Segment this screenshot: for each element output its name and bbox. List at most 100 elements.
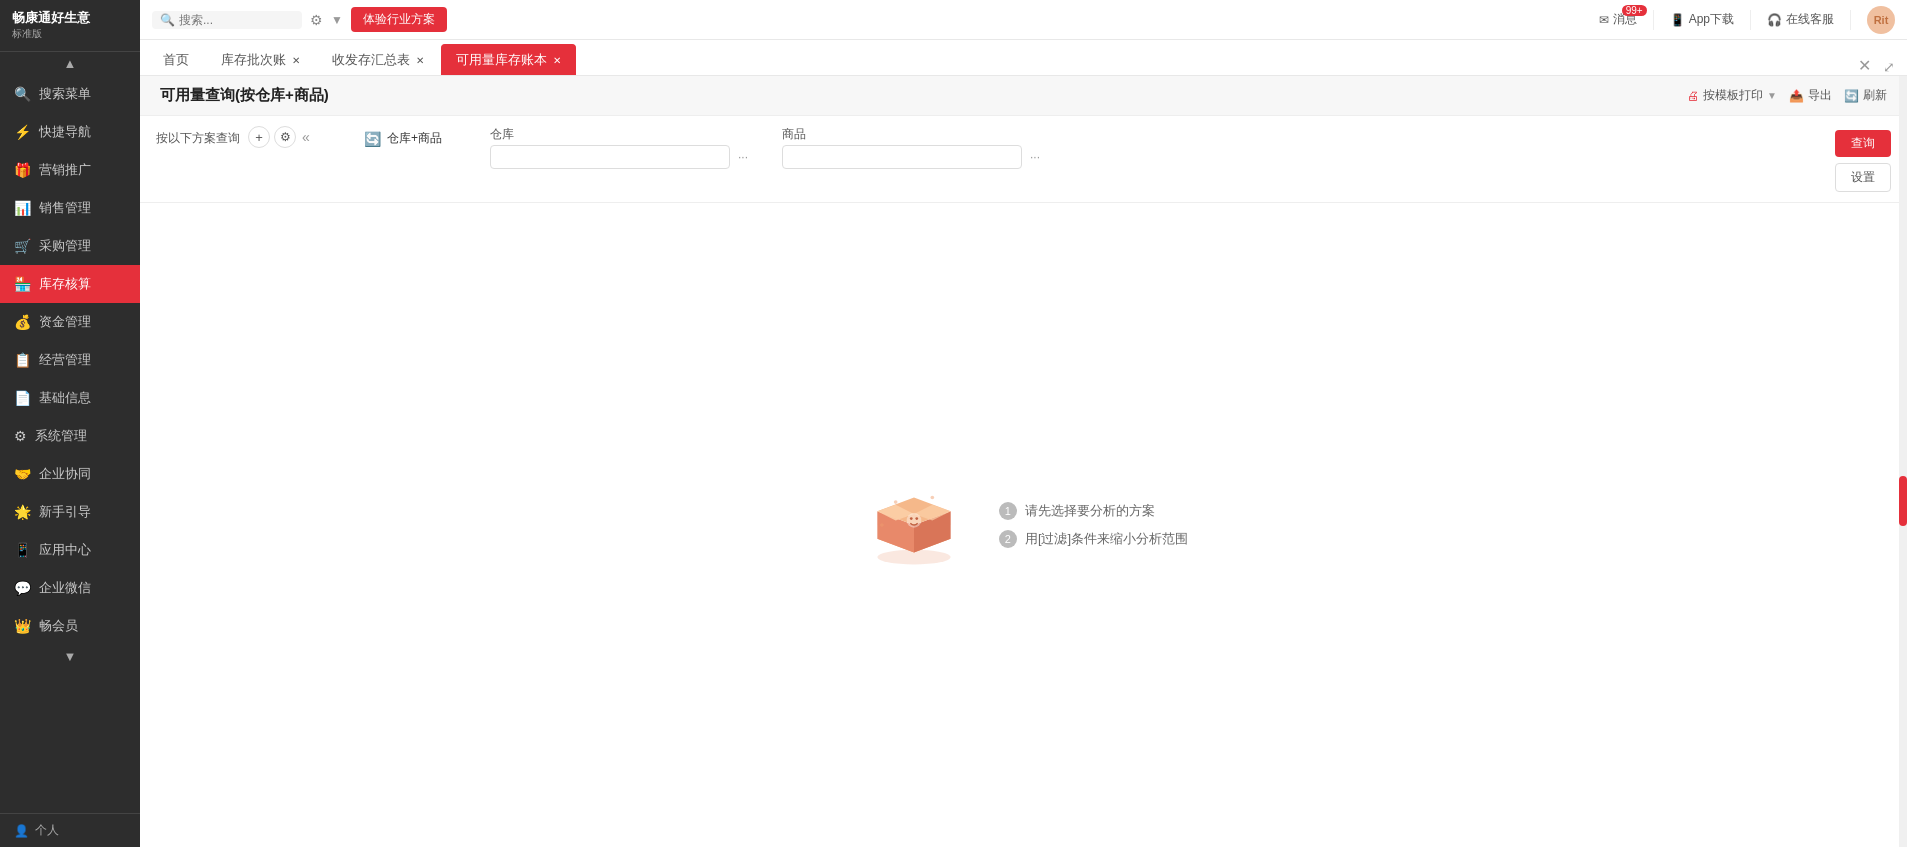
- empty-tip-1: 1 请先选择要分析的方案: [999, 502, 1188, 520]
- empty-illustration: [859, 470, 969, 580]
- tab-stock-summary[interactable]: 收发存汇总表 ✕: [317, 44, 439, 75]
- sidebar-scroll: ▲ 🔍 搜索菜单 ⚡ 快捷导航 🎁 营销推广 📊 销售管理 🛒 采购管理 🏪 库…: [0, 52, 140, 813]
- sidebar-item-cooperation[interactable]: 🤝 企业协同: [0, 455, 140, 493]
- refresh-button[interactable]: 🔄 刷新: [1844, 87, 1887, 104]
- main-content: 🔍 ⚙ ▼ 体验行业方案 ✉ 消息 99+ 📱 App下载 🎧 在线客服: [140, 0, 1907, 847]
- page-title: 可用量查询(按仓库+商品): [160, 86, 329, 105]
- sidebar-item-app-center[interactable]: 📱 应用中心: [0, 531, 140, 569]
- empty-state: 1 请先选择要分析的方案 2 用[过滤]条件来缩小分析范围: [859, 470, 1188, 580]
- sidebar-scroll-up[interactable]: ▲: [0, 52, 140, 75]
- goods-input[interactable]: [782, 145, 1022, 169]
- warehouse-more-button[interactable]: ···: [734, 148, 752, 166]
- message-badge-item[interactable]: ✉ 消息 99+: [1599, 11, 1637, 28]
- expand-tabs-button[interactable]: ⤢: [1879, 59, 1899, 75]
- scheme-label: 按以下方案查询: [156, 126, 240, 147]
- goods-more-button[interactable]: ···: [1026, 148, 1044, 166]
- basic-info-icon: 📄: [14, 390, 31, 406]
- dropdown-icon[interactable]: ▼: [331, 13, 343, 27]
- sidebar-item-wechat[interactable]: 💬 企业微信: [0, 569, 140, 607]
- app-download-item[interactable]: 📱 App下载: [1670, 11, 1734, 28]
- user-avatar[interactable]: Rit: [1867, 6, 1895, 34]
- search-input[interactable]: [179, 13, 294, 27]
- print-template-button[interactable]: 🖨 按模板打印 ▼: [1687, 87, 1777, 104]
- sidebar-item-finance[interactable]: 💰 资金管理: [0, 303, 140, 341]
- export-icon: 📤: [1789, 89, 1804, 103]
- svg-point-8: [910, 517, 913, 520]
- message-icon: ✉: [1599, 13, 1609, 27]
- sidebar-item-label: 库存核算: [39, 275, 91, 293]
- tab-home[interactable]: 首页: [148, 44, 204, 75]
- tabs-bar: 首页 库存批次账 ✕ 收发存汇总表 ✕ 可用量库存账本 ✕ ✕ ⤢: [140, 40, 1907, 76]
- footer-label: 个人: [35, 822, 59, 839]
- sidebar-scroll-down[interactable]: ▼: [0, 645, 140, 668]
- finance-icon: 💰: [14, 314, 31, 330]
- add-scheme-button[interactable]: +: [248, 126, 270, 148]
- tip-text-1: 请先选择要分析的方案: [1025, 502, 1155, 520]
- settings-gear-icon[interactable]: ⚙: [310, 12, 323, 28]
- sidebar-item-vip[interactable]: 👑 畅会员: [0, 607, 140, 645]
- footer-icon: 👤: [14, 824, 29, 838]
- print-dropdown-icon[interactable]: ▼: [1767, 90, 1777, 101]
- online-service-item[interactable]: 🎧 在线客服: [1767, 11, 1834, 28]
- sidebar-item-basic-info[interactable]: 📄 基础信息: [0, 379, 140, 417]
- print-label: 按模板打印: [1703, 87, 1763, 104]
- sidebar-item-label: 搜索菜单: [39, 85, 91, 103]
- sidebar-item-inventory[interactable]: 🏪 库存核算: [0, 265, 140, 303]
- sidebar-item-label: 资金管理: [39, 313, 91, 331]
- tab-batch-ledger-close[interactable]: ✕: [292, 55, 300, 66]
- vip-icon: 👑: [14, 618, 31, 634]
- query-button[interactable]: 查询: [1835, 130, 1891, 157]
- warehouse-input[interactable]: [490, 145, 730, 169]
- sidebar-item-search[interactable]: 🔍 搜索菜单: [0, 75, 140, 113]
- refresh-label: 刷新: [1863, 87, 1887, 104]
- page-header: 可用量查询(按仓库+商品) 🖨 按模板打印 ▼ 📤 导出 🔄 刷新: [140, 76, 1907, 116]
- sidebar-item-quick-nav[interactable]: ⚡ 快捷导航: [0, 113, 140, 151]
- scheme-icon: 🔄: [364, 131, 381, 147]
- sidebar-item-sales[interactable]: 📊 销售管理: [0, 189, 140, 227]
- svg-point-10: [894, 500, 898, 504]
- warehouse-field: 仓库 ···: [490, 126, 770, 169]
- tab-home-label: 首页: [163, 51, 189, 69]
- sidebar-item-purchase[interactable]: 🛒 采购管理: [0, 227, 140, 265]
- wechat-icon: 💬: [14, 580, 31, 596]
- refresh-icon: 🔄: [1844, 89, 1859, 103]
- right-scrollbar[interactable]: [1899, 76, 1907, 847]
- svg-point-12: [880, 523, 884, 527]
- newbie-icon: 🌟: [14, 504, 31, 520]
- purchase-icon: 🛒: [14, 238, 31, 254]
- scheme-settings-button[interactable]: ⚙: [274, 126, 296, 148]
- sidebar-item-label: 营销推广: [39, 161, 91, 179]
- scheme-item-label: 仓库+商品: [387, 130, 442, 147]
- sidebar-item-system[interactable]: ⚙ 系统管理: [0, 417, 140, 455]
- sales-icon: 📊: [14, 200, 31, 216]
- filter-fields: 仓库 ··· 商品 ···: [490, 126, 1815, 169]
- industry-solution-button[interactable]: 体验行业方案: [351, 7, 447, 32]
- message-count-badge: 99+: [1622, 5, 1647, 16]
- scrollbar-thumb: [1899, 476, 1907, 526]
- tab-batch-ledger[interactable]: 库存批次账 ✕: [206, 44, 315, 75]
- sidebar-item-label: 经营管理: [39, 351, 91, 369]
- app-version: 标准版: [12, 27, 128, 41]
- svg-point-11: [930, 496, 934, 500]
- sidebar-item-operations[interactable]: 📋 经营管理: [0, 341, 140, 379]
- sidebar-item-label: 应用中心: [39, 541, 91, 559]
- scheme-item-warehouse-goods[interactable]: 🔄 仓库+商品: [356, 126, 450, 151]
- tab-available-stock[interactable]: 可用量库存账本 ✕: [441, 44, 576, 75]
- warehouse-label: 仓库: [490, 126, 770, 143]
- sidebar: 畅康通好生意 标准版 ▲ 🔍 搜索菜单 ⚡ 快捷导航 🎁 营销推广 📊 销售管理…: [0, 0, 140, 847]
- sidebar-item-marketing[interactable]: 🎁 营销推广: [0, 151, 140, 189]
- sidebar-item-label: 快捷导航: [39, 123, 91, 141]
- sidebar-item-label: 企业协同: [39, 465, 91, 483]
- tab-stock-summary-close[interactable]: ✕: [416, 55, 424, 66]
- filter-settings-button[interactable]: 设置: [1835, 163, 1891, 192]
- tab-available-stock-label: 可用量库存账本: [456, 51, 547, 69]
- tab-available-stock-close[interactable]: ✕: [553, 55, 561, 66]
- svg-point-9: [915, 517, 918, 520]
- filter-left: 按以下方案查询 + ⚙ «: [156, 126, 336, 148]
- sidebar-item-newbie[interactable]: 🌟 新手引导: [0, 493, 140, 531]
- close-all-tabs-button[interactable]: ✕: [1852, 56, 1877, 75]
- app-center-icon: 📱: [14, 542, 31, 558]
- collapse-panel-button[interactable]: «: [300, 127, 312, 147]
- sidebar-footer[interactable]: 👤 个人: [0, 813, 140, 847]
- export-button[interactable]: 📤 导出: [1789, 87, 1832, 104]
